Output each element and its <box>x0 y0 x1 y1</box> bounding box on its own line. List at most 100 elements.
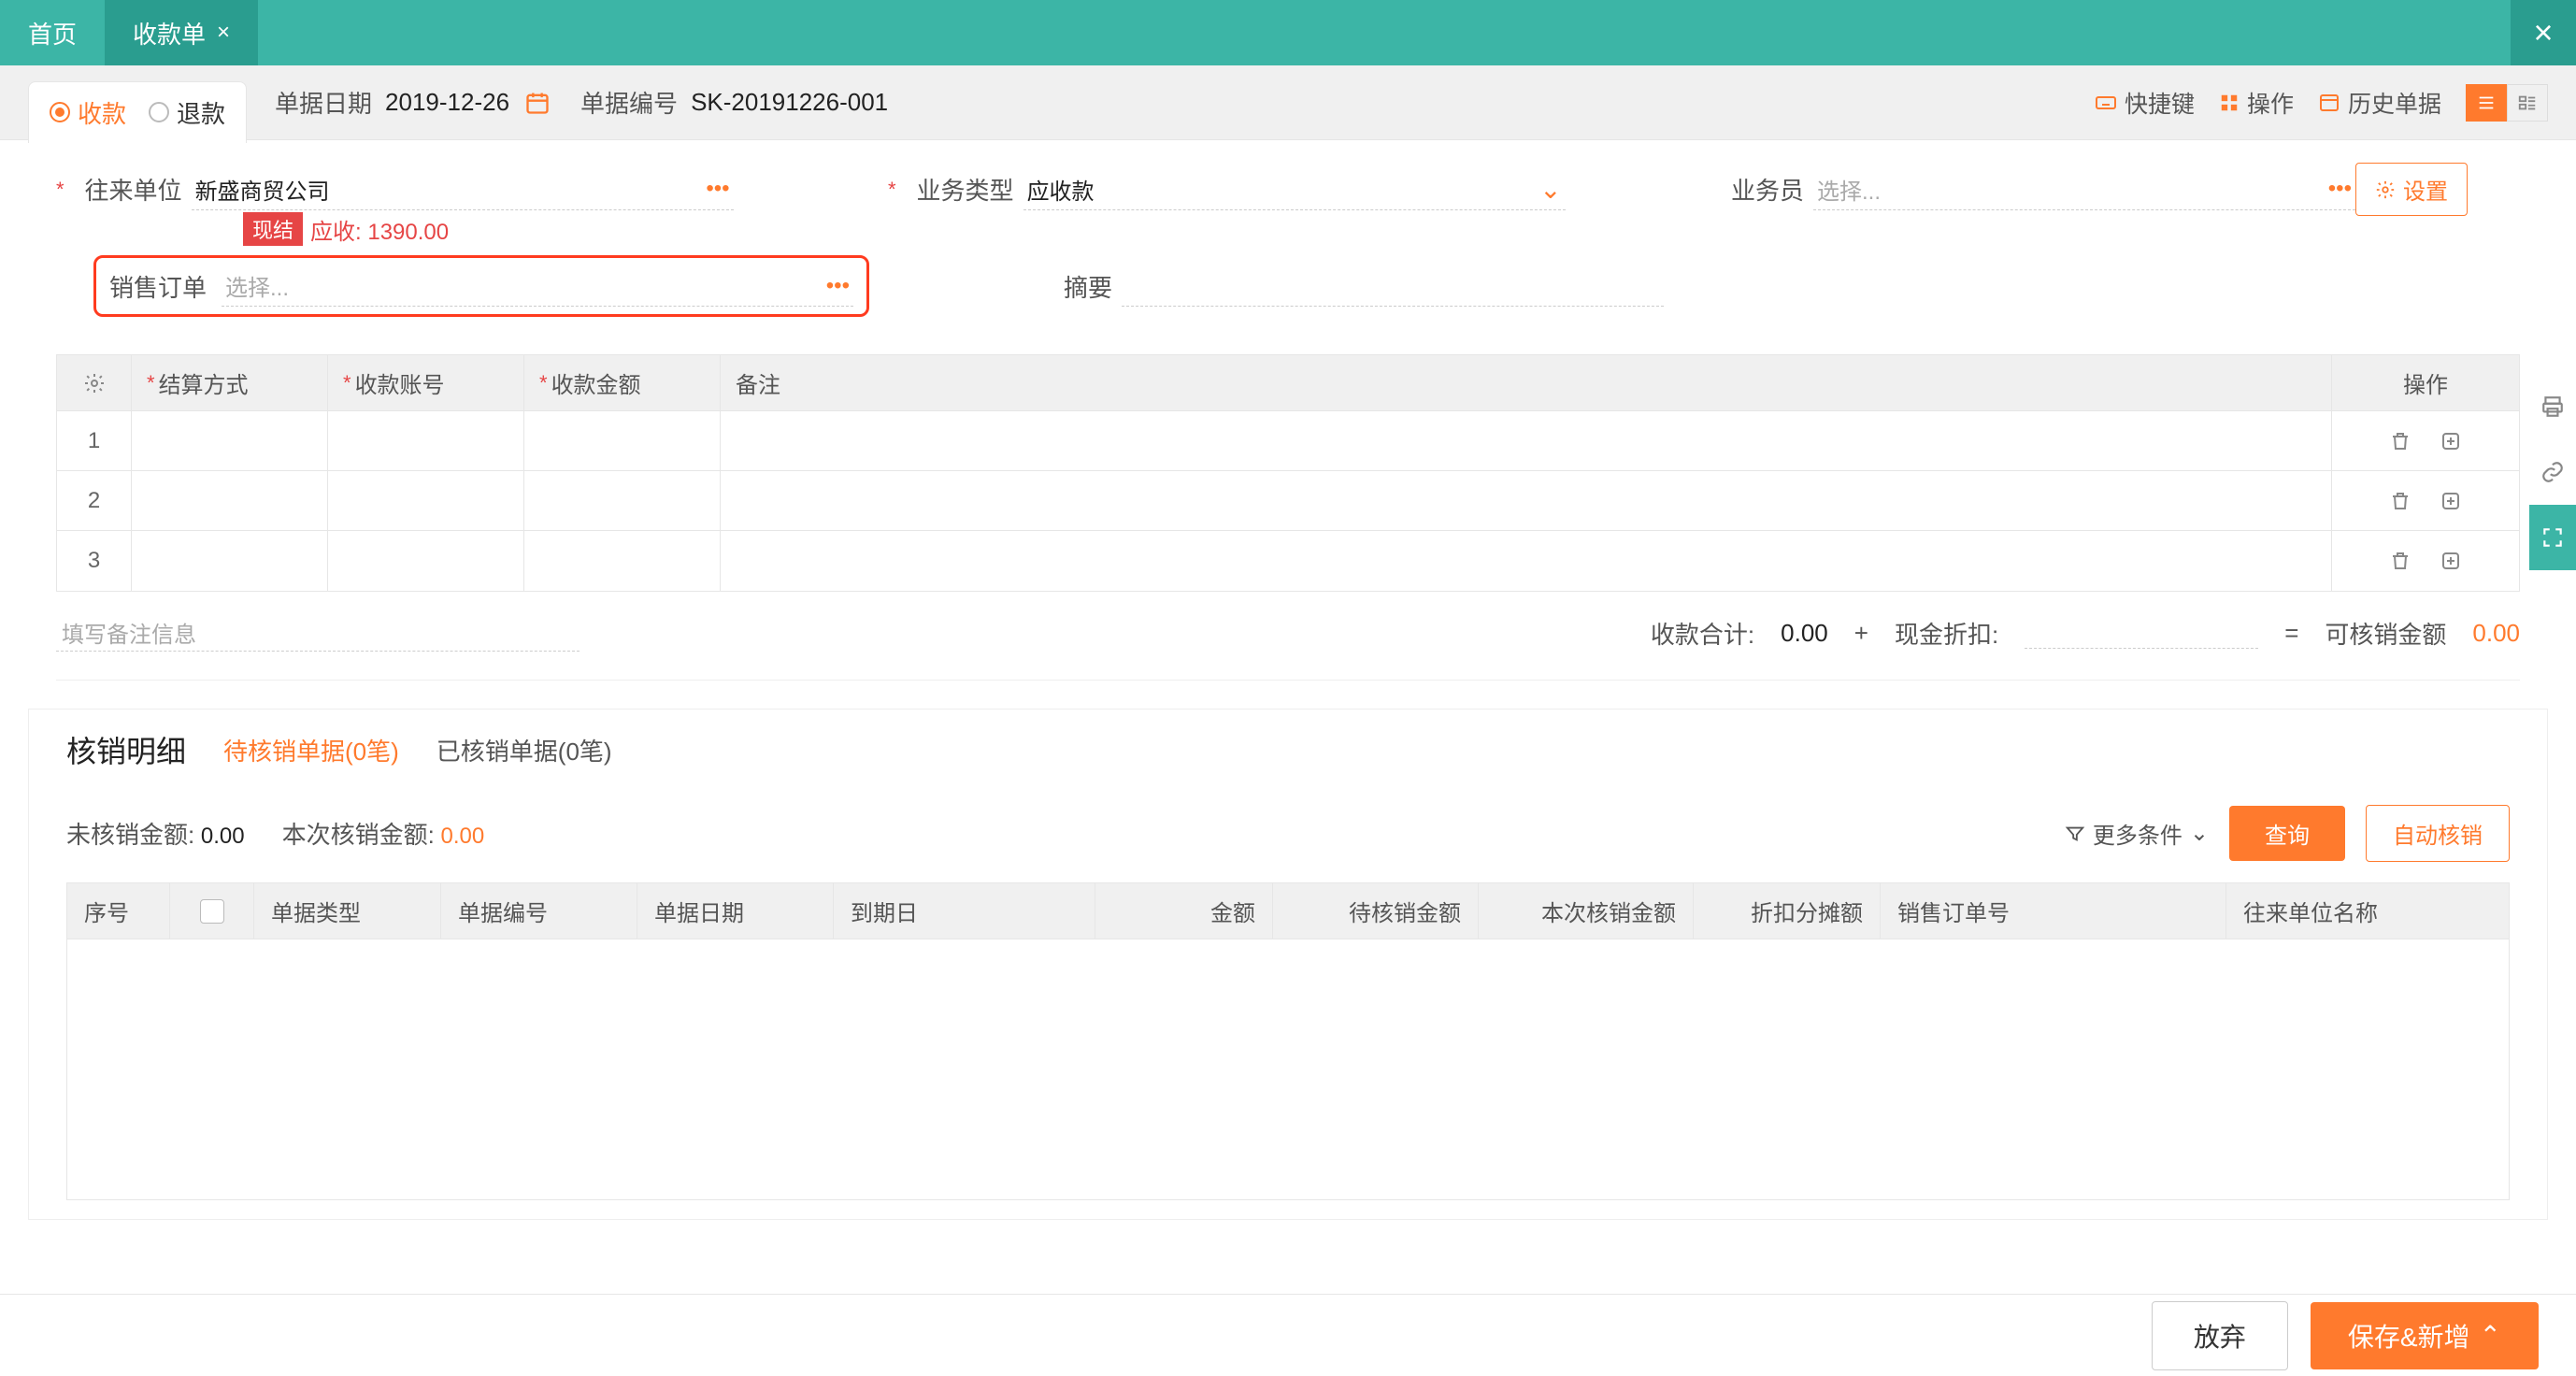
summary-bar: 填写备注信息 收款合计: 0.00 + 现金折扣: = 可核销金额 0.00 <box>56 605 2520 681</box>
sales-order-select[interactable]: 选择... ••• <box>222 265 853 307</box>
required-star: * <box>56 178 64 202</box>
add-row-icon[interactable] <box>2437 547 2465 575</box>
writeoff-table-header: 序号 单据类型 单据编号 单据日期 到期日 金额 待核销金额 本次核销金额 折扣… <box>67 883 2509 939</box>
more-icon[interactable]: ••• <box>826 273 850 299</box>
add-row-icon[interactable] <box>2437 487 2465 515</box>
filter-icon <box>2065 824 2085 844</box>
expand-icon[interactable] <box>2529 505 2576 570</box>
table-row[interactable]: 3 <box>57 531 2519 591</box>
summary-label: 摘要 <box>1047 269 1112 304</box>
partner-select[interactable]: 新盛商贸公司 ••• <box>192 169 734 210</box>
payment-table-header: *结算方式 *收款账号 *收款金额 备注 操作 <box>57 355 2519 411</box>
cell-remark[interactable] <box>721 531 2332 591</box>
balance-badge-row: 现结 应收: 1390.00 <box>243 212 2576 246</box>
chevron-down-icon: ⌄ <box>2190 820 2209 847</box>
more-conditions[interactable]: 更多条件 ⌄ <box>2065 817 2209 850</box>
save-and-new-button[interactable]: 保存&新增 ⌃ <box>2311 1302 2539 1369</box>
note-input[interactable]: 填写备注信息 <box>56 614 580 652</box>
tab-close-icon[interactable]: × <box>217 20 230 46</box>
header-amount: *收款金额 <box>524 355 721 410</box>
cell-method[interactable] <box>132 411 328 470</box>
doc-type-toggle: 收款 退款 <box>28 81 247 143</box>
checkbox-icon[interactable] <box>200 899 224 924</box>
radio-refund[interactable]: 退款 <box>149 95 225 130</box>
col-checkbox[interactable] <box>170 883 254 939</box>
salesman-select[interactable]: 选择... ••• <box>1813 169 2355 210</box>
tab-done[interactable]: 已核销单据(0笔) <box>436 733 612 767</box>
cell-amount[interactable] <box>524 411 721 470</box>
window-close-button[interactable]: × <box>2511 0 2576 65</box>
summary-input[interactable] <box>1122 265 1664 307</box>
more-icon[interactable]: ••• <box>2328 176 2352 202</box>
delete-row-icon[interactable] <box>2386 547 2414 575</box>
tab-pending[interactable]: 待核销单据(0笔) <box>223 733 399 767</box>
note-placeholder: 填写备注信息 <box>62 616 196 649</box>
cell-method[interactable] <box>132 531 328 591</box>
cell-account[interactable] <box>328 531 524 591</box>
col-index: 序号 <box>67 883 170 939</box>
tab-receipt[interactable]: 收款单 × <box>105 0 258 65</box>
equals-sign: = <box>2284 619 2298 648</box>
cell-remark[interactable] <box>721 411 2332 470</box>
sales-order-placeholder: 选择... <box>225 269 289 302</box>
col-partner-name: 往来单位名称 <box>2226 883 2509 939</box>
cell-account[interactable] <box>328 411 524 470</box>
salesman-row: 业务员 选择... ••• 设置 <box>1720 163 2468 216</box>
discard-button[interactable]: 放弃 <box>2152 1301 2288 1370</box>
header-gear[interactable] <box>57 355 132 410</box>
receivable-text: 应收: 1390.00 <box>310 213 449 246</box>
writeoff-detail-card: 核销明细 待核销单据(0笔) 已核销单据(0笔) 未核销金额: 0.00 本次核… <box>28 709 2548 1220</box>
tab-home-label: 首页 <box>28 16 77 50</box>
keyboard-icon <box>2095 92 2117 114</box>
cell-method[interactable] <box>132 471 328 530</box>
table-row[interactable]: 1 <box>57 411 2519 471</box>
col-discount: 折扣分摊额 <box>1694 883 1881 939</box>
delete-row-icon[interactable] <box>2386 487 2414 515</box>
col-pending-amt: 待核销金额 <box>1273 883 1479 939</box>
radio-icon <box>149 102 169 122</box>
shortcut-label: 快捷键 <box>2125 86 2195 120</box>
cell-amount[interactable] <box>524 531 721 591</box>
pending-amt-field: 未核销金额: 0.00 <box>66 816 245 851</box>
cell-remark[interactable] <box>721 471 2332 530</box>
payment-table: *结算方式 *收款账号 *收款金额 备注 操作 1 2 3 <box>56 354 2520 592</box>
detail-title: 核销明细 <box>66 728 186 771</box>
cell-amount[interactable] <box>524 471 721 530</box>
col-docdate: 单据日期 <box>637 883 834 939</box>
settings-button[interactable]: 设置 <box>2355 163 2468 216</box>
header-ops: 操作 <box>2332 355 2519 410</box>
history-icon <box>2318 92 2340 114</box>
more-icon[interactable]: ••• <box>706 176 729 202</box>
history-link[interactable]: 历史单据 <box>2318 86 2441 120</box>
link-icon[interactable] <box>2529 439 2576 505</box>
tab-home[interactable]: 首页 <box>0 0 105 65</box>
biztype-select[interactable]: 应收款 ⌄ <box>1023 169 1566 210</box>
doc-no-value: SK-20191226-001 <box>691 88 888 117</box>
summary-totals: 收款合计: 0.00 + 现金折扣: = 可核销金额 0.00 <box>1651 616 2520 651</box>
delete-row-icon[interactable] <box>2386 427 2414 455</box>
calendar-icon[interactable] <box>522 88 552 118</box>
history-label: 历史单据 <box>2348 86 2441 120</box>
cash-disc-input[interactable] <box>2025 617 2258 649</box>
auto-writeoff-button[interactable]: 自动核销 <box>2366 805 2510 862</box>
view-detail-button[interactable] <box>2507 84 2548 122</box>
col-duedate: 到期日 <box>834 883 1095 939</box>
col-doccode: 单据编号 <box>441 883 637 939</box>
col-doctype: 单据类型 <box>254 883 441 939</box>
settings-label: 设置 <box>2403 173 2448 206</box>
sales-order-highlight: 销售订单 选择... ••• <box>93 255 869 317</box>
cell-account[interactable] <box>328 471 524 530</box>
partner-value: 新盛商贸公司 <box>195 173 330 206</box>
recv-total-value: 0.00 <box>1781 619 1828 648</box>
view-list-button[interactable] <box>2466 84 2507 122</box>
add-row-icon[interactable] <box>2437 427 2465 455</box>
query-button[interactable]: 查询 <box>2229 806 2345 861</box>
doc-date-value[interactable]: 2019-12-26 <box>385 88 509 117</box>
shortcut-link[interactable]: 快捷键 <box>2095 86 2195 120</box>
table-row[interactable]: 2 <box>57 471 2519 531</box>
print-icon[interactable] <box>2529 374 2576 439</box>
required-star: * <box>888 178 896 202</box>
operate-link[interactable]: 操作 <box>2219 86 2294 120</box>
form-area-2: 销售订单 选择... ••• 摘要 <box>0 246 2576 336</box>
radio-receive[interactable]: 收款 <box>50 95 126 130</box>
